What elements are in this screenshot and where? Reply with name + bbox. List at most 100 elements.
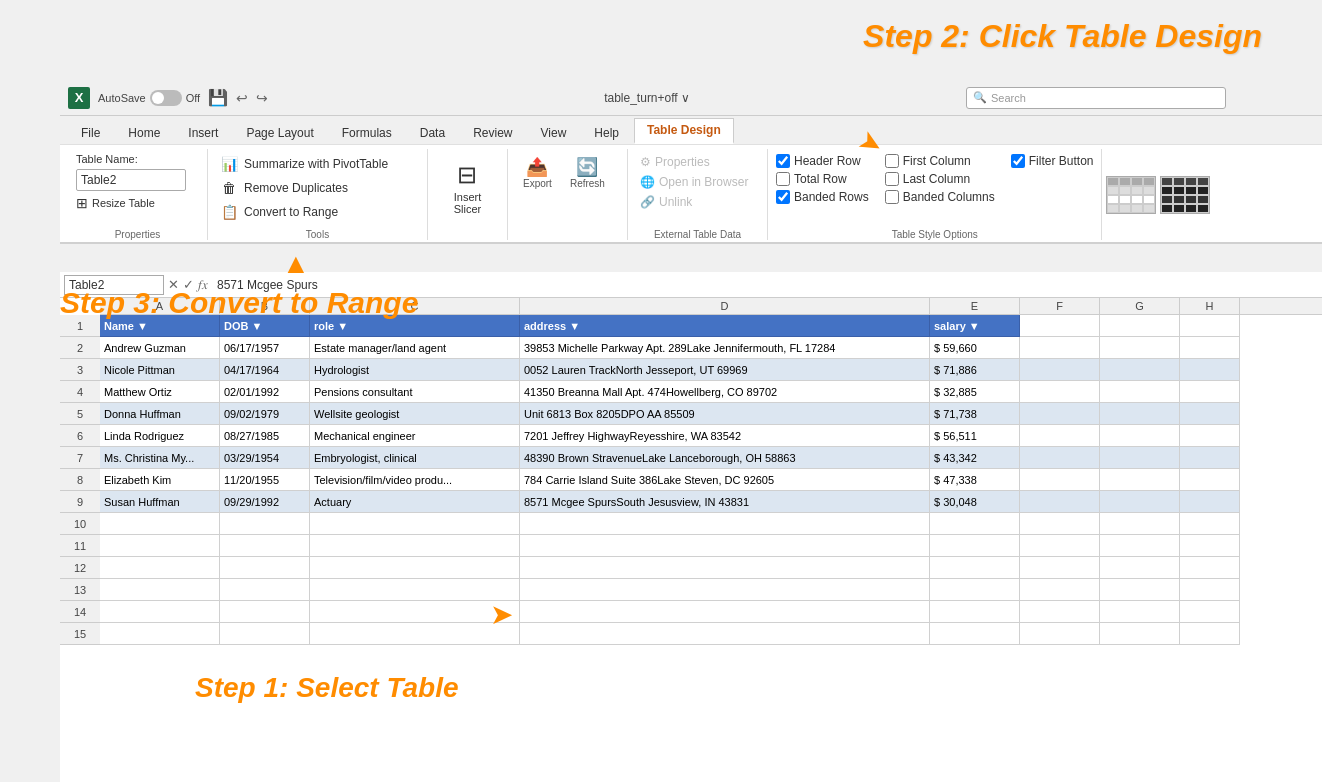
export-group-label: [516, 227, 619, 240]
search-box[interactable]: 🔍 Search: [966, 87, 1226, 109]
header-row-checkbox[interactable]: [776, 154, 790, 168]
style-thumb-dark[interactable]: [1160, 176, 1210, 214]
resize-table-button[interactable]: ⊞ Resize Table: [76, 193, 186, 213]
step3-label: Step 3: Convert to Range: [60, 286, 418, 320]
file-name: table_turn+off ∨: [336, 91, 958, 105]
tab-insert[interactable]: Insert: [175, 121, 231, 144]
banded-rows-label: Banded Rows: [794, 190, 869, 204]
tab-file[interactable]: File: [68, 121, 113, 144]
row-header-11: 11: [60, 535, 100, 557]
style-col-filter: Filter Button: [1011, 153, 1094, 205]
tab-data[interactable]: Data: [407, 121, 458, 144]
first-column-checkbox[interactable]: [885, 154, 899, 168]
refresh-label: Refresh: [570, 178, 605, 189]
tab-review[interactable]: Review: [460, 121, 525, 144]
banded-rows-checkbox[interactable]: [776, 190, 790, 204]
export-button[interactable]: 📤 Export: [516, 153, 559, 192]
properties-group: Table Name: ⊞ Resize Table Properties: [68, 149, 208, 240]
arrow-convert-icon: ▲: [282, 248, 310, 280]
first-column-checkbox-label[interactable]: First Column: [885, 153, 995, 169]
table-row[interactable]: Nicole Pittman 04/17/1964 Hydrologist 00…: [100, 359, 1322, 381]
table-row[interactable]: Andrew Guzman 06/17/1957 Estate manager/…: [100, 337, 1322, 359]
refresh-icon: 🔄: [576, 156, 598, 178]
tab-view[interactable]: View: [528, 121, 580, 144]
table-row[interactable]: Susan Huffman 09/29/1992 Actuary 8571 Mc…: [100, 491, 1322, 513]
redo-icon[interactable]: ↪: [256, 90, 268, 106]
properties-group-label: Properties: [76, 227, 199, 240]
banded-rows-checkbox-label[interactable]: Banded Rows: [776, 189, 869, 205]
style-col-left: Header Row Total Row Banded Rows: [776, 153, 869, 205]
convert-icon: 📋: [220, 203, 238, 221]
unlink-button: 🔗 Unlink: [636, 193, 752, 211]
properties-content: Table Name: ⊞ Resize Table: [76, 149, 186, 227]
col-header-g[interactable]: G: [1100, 298, 1180, 314]
banded-columns-checkbox[interactable]: [885, 190, 899, 204]
row-header-3: 3: [60, 359, 100, 381]
header-g: [1100, 315, 1180, 337]
col-header-f[interactable]: F: [1020, 298, 1100, 314]
properties-ext-label: Properties: [655, 155, 710, 169]
ext-group-label: External Table Data: [636, 227, 759, 240]
banded-columns-checkbox-label[interactable]: Banded Columns: [885, 189, 995, 205]
style-thumb-light[interactable]: [1106, 176, 1156, 214]
style-col-right: First Column Last Column Banded Columns: [885, 153, 995, 205]
table-row[interactable]: Matthew Ortiz 02/01/1992 Pensions consul…: [100, 381, 1322, 403]
remove-duplicates-button[interactable]: 🗑 Remove Duplicates: [216, 177, 392, 199]
tab-page-layout[interactable]: Page Layout: [233, 121, 326, 144]
convert-to-range-button[interactable]: 📋 Convert to Range: [216, 201, 392, 223]
header-f: [1020, 315, 1100, 337]
export-icon: 📤: [526, 156, 548, 178]
step2-title: Step 2: Click Table Design: [863, 18, 1262, 55]
tab-help[interactable]: Help: [581, 121, 632, 144]
total-row-checkbox-label[interactable]: Total Row: [776, 171, 869, 187]
last-column-checkbox[interactable]: [885, 172, 899, 186]
row-header-2: 2: [60, 337, 100, 359]
refresh-button[interactable]: 🔄 Refresh: [563, 153, 612, 192]
table-row[interactable]: Donna Huffman 09/02/1979 Wellsite geolog…: [100, 403, 1322, 425]
tab-home[interactable]: Home: [115, 121, 173, 144]
table-style-options-group: Header Row Total Row Banded Rows: [768, 149, 1102, 240]
tab-table-design[interactable]: Table Design: [634, 118, 734, 144]
tools-content: 📊 Summarize with PivotTable 🗑 Remove Dup…: [216, 149, 392, 227]
table-row[interactable]: Elizabeth Kim 11/20/1955 Television/film…: [100, 469, 1322, 491]
slicer-icon: ⊟: [457, 161, 477, 189]
unlink-label: Unlink: [659, 195, 692, 209]
row-header-7: 7: [60, 447, 100, 469]
insert-slicer-group: ⊟ InsertSlicer: [428, 149, 508, 240]
resize-icon: ⊞: [76, 195, 88, 211]
table-name-input[interactable]: [76, 169, 186, 191]
filter-button-checkbox[interactable]: [1011, 154, 1025, 168]
export-refresh-group: 📤 Export 🔄 Refresh: [508, 149, 628, 240]
table-name-label: Table Name:: [76, 153, 186, 165]
slicer-group-label: [436, 227, 499, 240]
convert-label: Convert to Range: [244, 205, 338, 219]
header-row-checkbox-label[interactable]: Header Row: [776, 153, 869, 169]
autosave-toggle[interactable]: [150, 90, 182, 106]
col-header-h[interactable]: H: [1180, 298, 1240, 314]
table-row[interactable]: Linda Rodriguez 08/27/1985 Mechanical en…: [100, 425, 1322, 447]
total-row-checkbox[interactable]: [776, 172, 790, 186]
table-row[interactable]: Ms. Christina My... 03/29/1954 Embryolog…: [100, 447, 1322, 469]
first-column-label: First Column: [903, 154, 971, 168]
style-cols: Header Row Total Row Banded Rows: [776, 153, 1093, 205]
col-header-d[interactable]: D: [520, 298, 930, 314]
undo-icon[interactable]: ↩: [236, 90, 248, 106]
save-icon[interactable]: 💾: [208, 88, 228, 107]
summarize-pivottable-button[interactable]: 📊 Summarize with PivotTable: [216, 153, 392, 175]
row-header-12: 12: [60, 557, 100, 579]
header-salary[interactable]: salary ▼: [930, 315, 1020, 337]
row-header-9: 9: [60, 491, 100, 513]
col-header-e[interactable]: E: [930, 298, 1020, 314]
spreadsheet: A B C D E F G H 1 2 3 4 5 6 7 8 9 10 11 …: [60, 298, 1322, 782]
unlink-icon: 🔗: [640, 195, 655, 209]
filter-button-checkbox-label[interactable]: Filter Button: [1011, 153, 1094, 169]
row-headers: 1 2 3 4 5 6 7 8 9 10 11 12 13 14 15: [60, 315, 100, 645]
tab-formulas[interactable]: Formulas: [329, 121, 405, 144]
insert-slicer-button[interactable]: ⊟ InsertSlicer: [445, 156, 491, 220]
tools-group: 📊 Summarize with PivotTable 🗑 Remove Dup…: [208, 149, 428, 240]
empty-row-10: [100, 513, 1322, 535]
row-header-8: 8: [60, 469, 100, 491]
header-address[interactable]: address ▼: [520, 315, 930, 337]
export-content: 📤 Export 🔄 Refresh: [516, 149, 612, 227]
last-column-checkbox-label[interactable]: Last Column: [885, 171, 995, 187]
